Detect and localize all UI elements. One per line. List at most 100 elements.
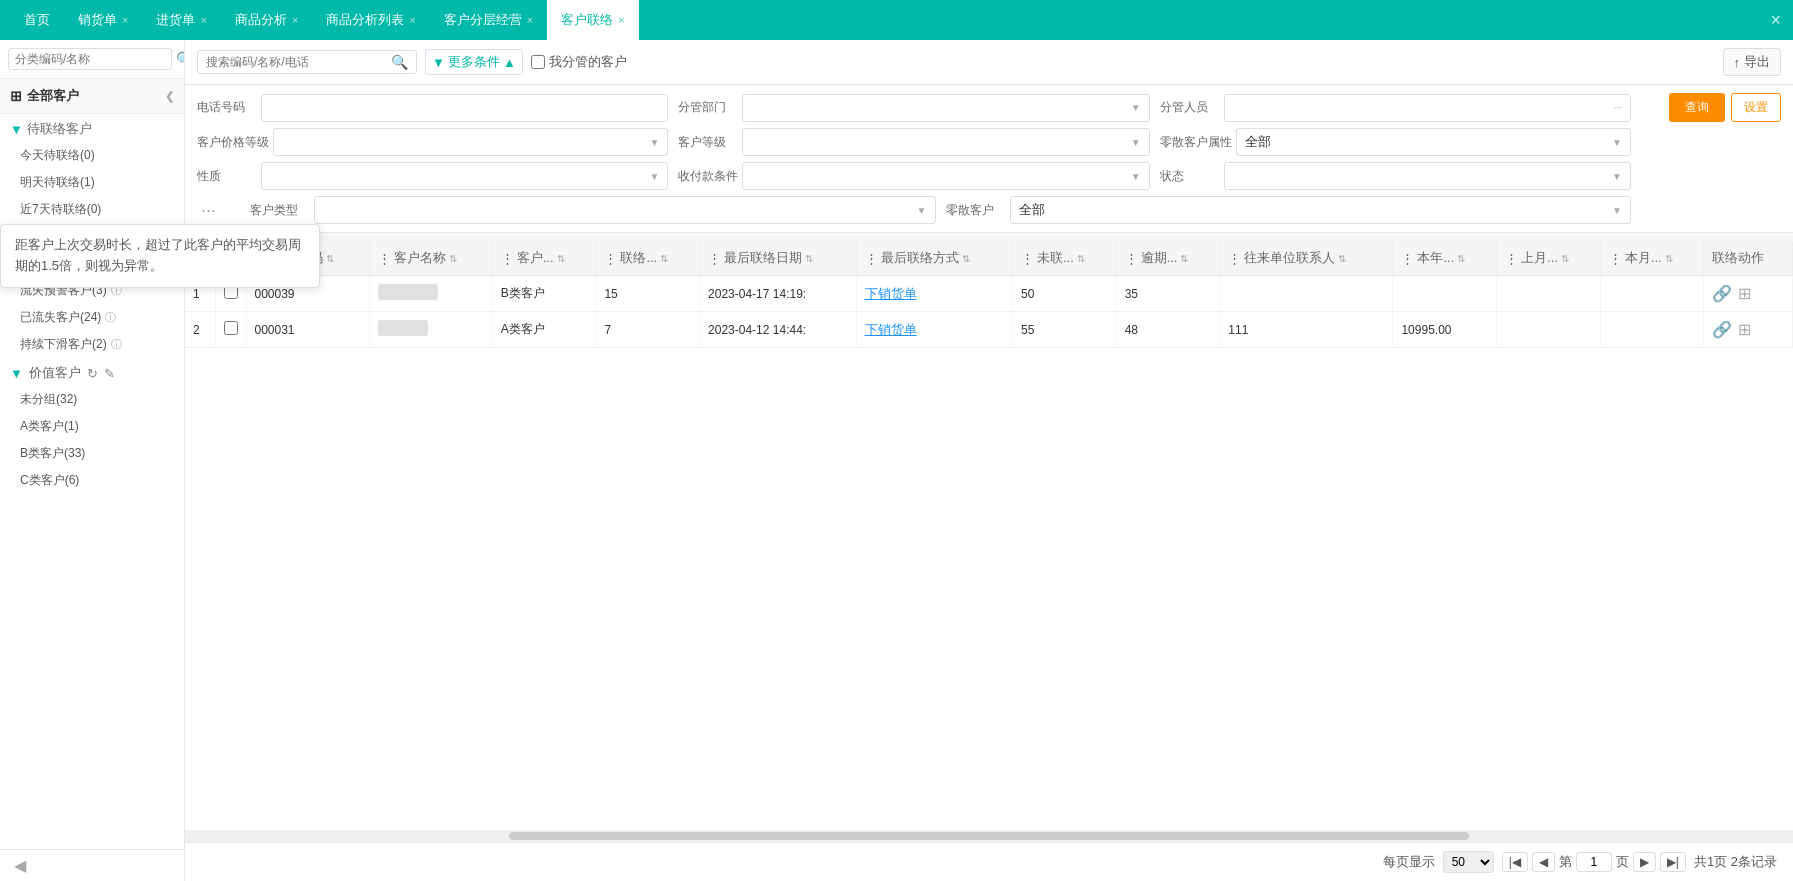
main-search-wrap: 🔍 (197, 50, 417, 74)
filter-phone-input[interactable] (261, 94, 668, 122)
th-this-year[interactable]: ⋮ 本年... ⇅ (1393, 241, 1497, 276)
value-customers-group[interactable]: ▼ 价值客户 ↻ ✎ (0, 358, 184, 386)
filter-more-icon[interactable]: ··· (197, 200, 220, 221)
last-method-link-2[interactable]: 下销货单 (865, 322, 917, 337)
filter-customer-level-select[interactable]: ▼ (742, 128, 1149, 156)
edit-icon[interactable]: ✎ (104, 366, 115, 381)
price-level-arrow: ▼ (649, 137, 659, 148)
last-method-link-1[interactable]: 下销货单 (865, 286, 917, 301)
nav-purchase[interactable]: 进货单 × (142, 0, 220, 40)
value-group-tri: ▼ (10, 366, 23, 381)
filter-retail-customer-select[interactable]: 全部 ▼ (1010, 196, 1632, 224)
filter-nature: 性质 ▼ (197, 162, 668, 190)
sidebar-bottom-nav: ◀ (0, 849, 184, 881)
td-uncontact-2: 55 (1012, 312, 1116, 348)
td-code-2: 000031 (246, 312, 369, 348)
sort-icon-type: ⋮ (501, 251, 514, 266)
action-grid-icon-1[interactable]: ⊞ (1738, 284, 1751, 303)
filter-price-level-select[interactable]: ▼ (273, 128, 668, 156)
sidebar-collapse-icon[interactable]: ❮ (165, 90, 174, 103)
nav-product-list[interactable]: 商品分析列表 × (312, 0, 429, 40)
scrollbar-thumb[interactable] (509, 832, 1469, 840)
sort-icon-thismonth: ⋮ (1609, 251, 1622, 266)
sidebar-left-arrow[interactable]: ◀ (10, 856, 30, 875)
th-name[interactable]: ⋮ 客户名称 ⇅ (369, 241, 492, 276)
th-overdue[interactable]: ⋮ 逾期... ⇅ (1116, 241, 1220, 276)
sidebar-item-c-class[interactable]: C类客户(6) (0, 467, 184, 494)
refresh-icon[interactable]: ↻ (87, 366, 98, 381)
data-table: ⚙ ⋮ 客户编码 ⇅ (185, 241, 1793, 348)
nav-product-list-close[interactable]: × (409, 14, 415, 26)
th-last-date[interactable]: ⋮ 最后联络日期 ⇅ (700, 241, 856, 276)
query-button[interactable]: 查询 (1669, 93, 1725, 122)
nav-customer-tier[interactable]: 客户分层经营 × (430, 0, 547, 40)
horizontal-scrollbar[interactable] (185, 830, 1793, 842)
filter-person-select[interactable]: ··· (1224, 94, 1631, 122)
my-customers-checkbox[interactable] (531, 55, 545, 69)
th-this-month[interactable]: ⋮ 本月... ⇅ (1600, 241, 1704, 276)
close-all-button[interactable]: × (1770, 10, 1781, 31)
all-customers-header[interactable]: ⊞ 全部客户 ❮ (0, 79, 184, 114)
sidebar-item-7days[interactable]: 近7天待联络(0) (0, 196, 184, 223)
pagination-bar: 每页显示 50 20 100 |◀ ◀ 第 页 ▶ ▶| 共1页 2条记录 (185, 842, 1793, 881)
nav-home[interactable]: 首页 (10, 0, 64, 40)
filter-retail-attr-select[interactable]: 全部 ▼ (1236, 128, 1631, 156)
sidebar-item-churned[interactable]: 已流失客户(24) ⓘ (0, 304, 184, 331)
next-page-btn[interactable]: ▶ (1633, 852, 1656, 872)
nav-sales[interactable]: 销货单 × (64, 0, 142, 40)
main-search-input[interactable] (206, 55, 391, 69)
nav-customer-tier-close[interactable]: × (527, 14, 533, 26)
th-contact2[interactable]: ⋮ 往来单位联系人 ⇅ (1220, 241, 1393, 276)
nav-product-analysis[interactable]: 商品分析 × (221, 0, 312, 40)
td-thisyear-2: 10995.00 (1393, 312, 1497, 348)
sidebar-search-icon[interactable]: 🔍 (176, 51, 185, 67)
filter-payment-select[interactable]: ▼ (742, 162, 1149, 190)
first-page-btn[interactable]: |◀ (1502, 852, 1528, 872)
more-filters-btn[interactable]: ▼ 更多条件 ▲ (425, 49, 523, 75)
nav-purchase-close[interactable]: × (200, 14, 206, 26)
action-link-icon-2[interactable]: 🔗 (1712, 320, 1732, 339)
nav-sales-close[interactable]: × (122, 14, 128, 26)
th-uncontact[interactable]: ⋮ 未联... ⇅ (1012, 241, 1116, 276)
page-input[interactable] (1576, 852, 1612, 872)
th-last-method[interactable]: ⋮ 最后联络方式 ⇅ (856, 241, 1012, 276)
row-checkbox-2[interactable] (224, 321, 238, 335)
th-actions: 联络动作 (1704, 241, 1793, 276)
nav-product-analysis-close[interactable]: × (292, 14, 298, 26)
nav-customer-contact-close[interactable]: × (618, 14, 624, 26)
td-thisyear-1 (1393, 276, 1497, 312)
settings-button[interactable]: 设置 (1731, 93, 1781, 122)
nav-customer-contact[interactable]: 客户联络 × (547, 0, 638, 40)
my-customers-checkbox-label[interactable]: 我分管的客户 (531, 53, 627, 71)
action-grid-icon-2[interactable]: ⊞ (1738, 320, 1751, 339)
td-lastmonth-1 (1497, 276, 1601, 312)
pending-contact-group[interactable]: ▼ 待联络客户 (0, 114, 184, 142)
sidebar-item-tomorrow[interactable]: 明天待联络(1) (0, 169, 184, 196)
filter-retail-attr: 零散客户属性 全部 ▼ (1160, 128, 1631, 156)
sidebar-item-a-class[interactable]: A类客户(1) (0, 413, 184, 440)
td-thismonth-1 (1600, 276, 1704, 312)
sidebar-item-ungrouped[interactable]: 未分组(32) (0, 386, 184, 413)
prev-page-btn[interactable]: ◀ (1532, 852, 1555, 872)
th-contact-count[interactable]: ⋮ 联络... ⇅ (596, 241, 700, 276)
sidebar-item-today[interactable]: 今天待联络(0) (0, 142, 184, 169)
sidebar-search-input[interactable] (8, 48, 172, 70)
filter-dept-select[interactable]: ▼ (742, 94, 1149, 122)
last-page-btn[interactable]: ▶| (1660, 852, 1686, 872)
filter-status-select[interactable]: ▼ (1224, 162, 1631, 190)
filter-customer-type-select[interactable]: ▼ (314, 196, 936, 224)
per-page-select[interactable]: 50 20 100 (1443, 851, 1494, 873)
sort-arrow-type: ⇅ (557, 253, 565, 264)
th-last-month[interactable]: ⋮ 上月... ⇅ (1497, 241, 1601, 276)
sort-arrow-overdue: ⇅ (1180, 253, 1188, 264)
sidebar-item-b-class[interactable]: B类客户(33) (0, 440, 184, 467)
filter-nature-select[interactable]: ▼ (261, 162, 668, 190)
main-search-icon[interactable]: 🔍 (391, 54, 408, 70)
sidebar-item-declining[interactable]: 持续下滑客户(2) ⓘ (0, 331, 184, 358)
th-type[interactable]: ⋮ 客户... ⇅ (492, 241, 596, 276)
total-label: 共1页 2条记录 (1694, 853, 1777, 871)
action-link-icon-1[interactable]: 🔗 (1712, 284, 1732, 303)
per-page-label: 每页显示 (1383, 853, 1435, 871)
export-button[interactable]: ↑ 导出 (1723, 48, 1782, 76)
filter-price-level: 客户价格等级 ▼ (197, 128, 668, 156)
